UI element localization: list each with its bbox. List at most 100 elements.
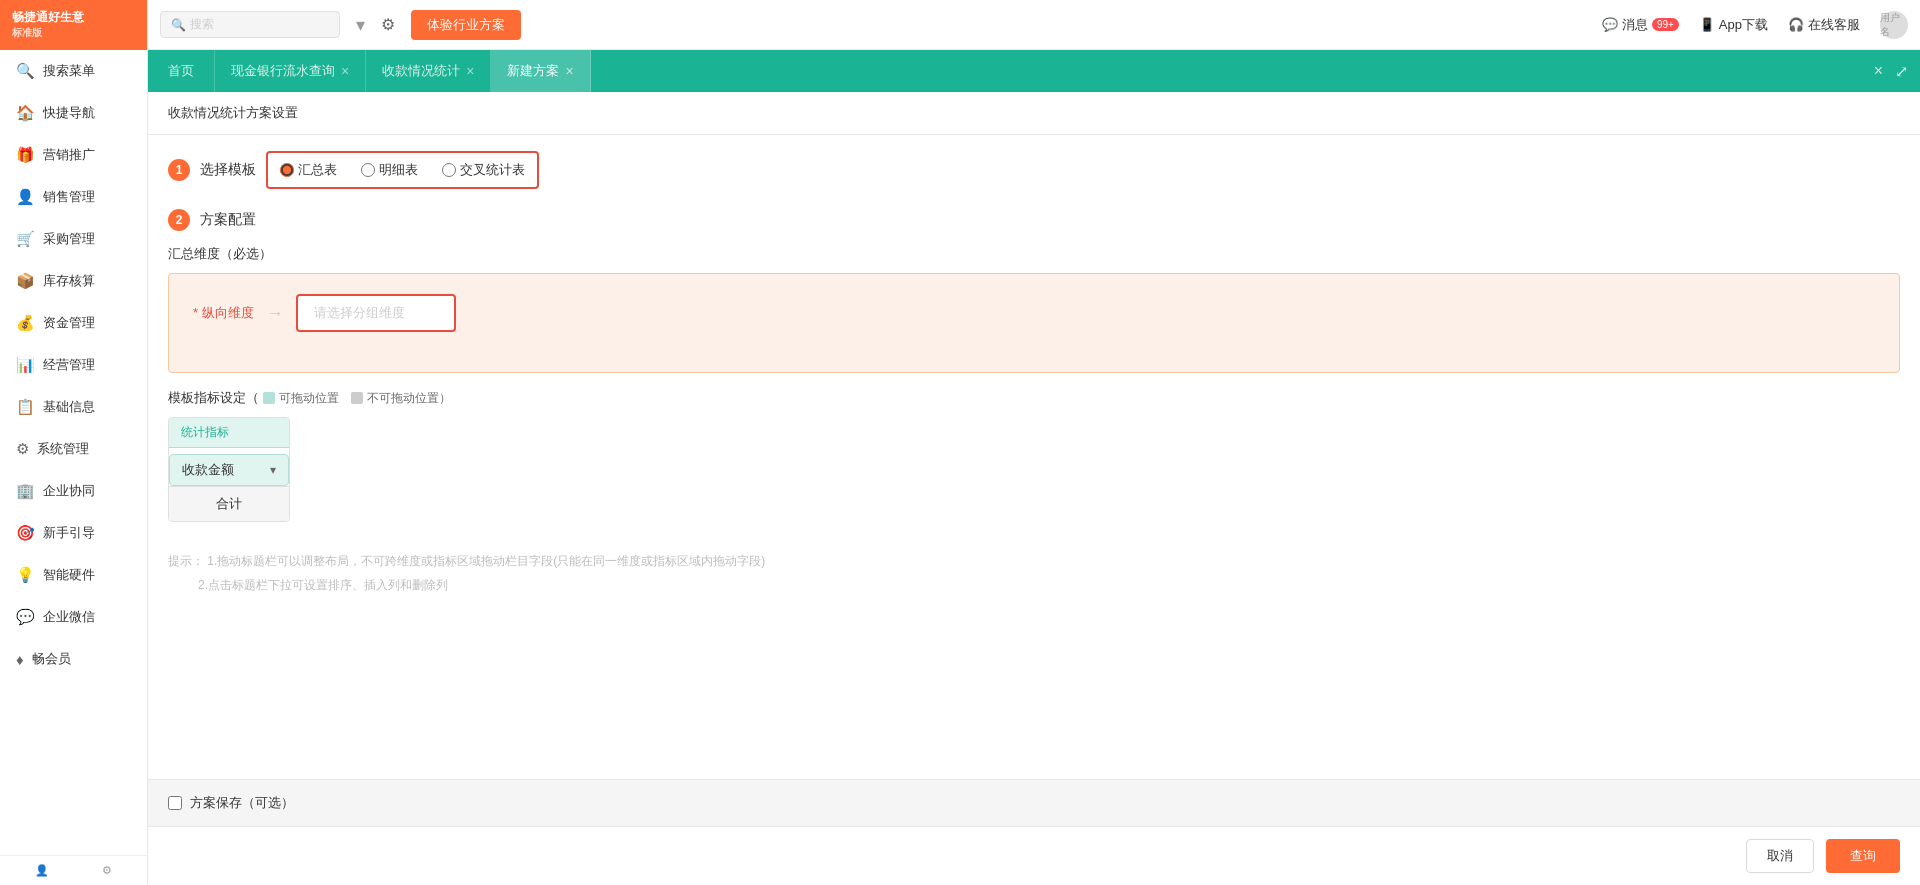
tip-line-2: 2.点击标题栏下拉可设置排序、插入列和删除列 xyxy=(168,573,1900,597)
tab-collection-stats-close[interactable]: × xyxy=(466,63,474,79)
logo-edition: 标准版 xyxy=(12,26,84,40)
sidebar-item-beginner[interactable]: 🎯 新手引导 xyxy=(0,512,147,554)
arrow-icon: → xyxy=(266,303,284,324)
sidebar-item-label: 采购管理 xyxy=(43,230,95,248)
sidebar-item-label: 销售管理 xyxy=(43,188,95,206)
sidebar-item-label: 库存核算 xyxy=(43,272,95,290)
step1-number: 1 xyxy=(168,159,190,181)
sidebar-item-label: 营销推广 xyxy=(43,146,95,164)
radio-summary[interactable]: 汇总表 xyxy=(280,161,337,179)
topbar-search[interactable]: 🔍 搜索 xyxy=(160,11,340,38)
radio-summary-label: 汇总表 xyxy=(298,161,337,179)
system-icon: ⚙ xyxy=(16,440,29,458)
sidebar-logo: 畅捷通好生意 标准版 xyxy=(0,0,147,50)
tabs-close-btn[interactable]: × xyxy=(1874,62,1883,80)
legend-fixed-text: 不可拖动位置） xyxy=(367,390,451,407)
metrics-legend-row: 模板指标设定（ 可拖动位置 不可拖动位置） xyxy=(168,389,1900,407)
step2-section: 2 方案配置 汇总维度（必选） * 纵向维度 → 请选择分组维度 xyxy=(168,209,1900,597)
sidebar-item-purchase[interactable]: 🛒 采购管理 xyxy=(0,218,147,260)
main-area: 🔍 搜索 ▾ ⚙ 体验行业方案 💬 消息 99+ 📱 App下载 🎧 在线客服 … xyxy=(148,0,1920,885)
cancel-button[interactable]: 取消 xyxy=(1746,839,1814,873)
inventory-icon: 📦 xyxy=(16,272,35,290)
tab-home-label: 首页 xyxy=(168,62,194,80)
sidebar-item-marketing[interactable]: 🎁 营销推广 xyxy=(0,134,147,176)
tips-label: 提示： xyxy=(168,554,204,568)
search-menu-icon: 🔍 xyxy=(16,62,35,80)
sidebar-item-label: 畅会员 xyxy=(32,650,71,668)
metrics-total: 合计 xyxy=(169,486,289,521)
sidebar-item-operation[interactable]: 📊 经营管理 xyxy=(0,344,147,386)
radio-detail-input[interactable] xyxy=(361,163,375,177)
metrics-chevron-icon: ▾ xyxy=(270,463,276,477)
save-option: 方案保存（可选） xyxy=(148,779,1920,826)
sidebar-item-enterprise-coop[interactable]: 🏢 企业协同 xyxy=(0,470,147,512)
sidebar-item-sales[interactable]: 👤 销售管理 xyxy=(0,176,147,218)
topbar: 🔍 搜索 ▾ ⚙ 体验行业方案 💬 消息 99+ 📱 App下载 🎧 在线客服 … xyxy=(148,0,1920,50)
sidebar-bottom-user[interactable]: 👤 xyxy=(35,864,49,877)
save-checkbox[interactable] xyxy=(168,796,182,810)
gear-icon[interactable]: ⚙ xyxy=(381,15,395,34)
tip-text-1: 1.拖动标题栏可以调整布局，不可跨维度或指标区域拖动栏目字段(只能在同一维度或指… xyxy=(207,554,765,568)
operation-icon: 📊 xyxy=(16,356,35,374)
service-icon: 🎧 xyxy=(1788,17,1804,32)
dimension-select[interactable]: 请选择分组维度 xyxy=(296,294,456,332)
message-label: 消息 xyxy=(1622,16,1648,34)
radio-cross[interactable]: 交叉统计表 xyxy=(442,161,525,179)
sidebar-item-label: 企业微信 xyxy=(43,608,95,626)
sidebar-item-quick-nav[interactable]: 🏠 快捷导航 xyxy=(0,92,147,134)
dimension-area: * 纵向维度 → 请选择分组维度 xyxy=(168,273,1900,373)
sidebar-bottom: 👤 ⚙ xyxy=(0,855,147,885)
purchase-icon: 🛒 xyxy=(16,230,35,248)
tab-cash-flow-close[interactable]: × xyxy=(341,63,349,79)
query-button[interactable]: 查询 xyxy=(1826,839,1900,873)
tab-home[interactable]: 首页 xyxy=(148,50,215,92)
message-icon: 💬 xyxy=(1602,17,1618,32)
tab-new-plan[interactable]: 新建方案 × xyxy=(491,50,590,92)
content-area: 收款情况统计方案设置 1 选择模板 汇总表 明细表 xyxy=(148,92,1920,885)
sidebar-item-enterprise-wechat[interactable]: 💬 企业微信 xyxy=(0,596,147,638)
radio-summary-input[interactable] xyxy=(280,163,294,177)
sidebar-item-label: 智能硬件 xyxy=(43,566,95,584)
step1-section: 1 选择模板 汇总表 明细表 交叉统计表 xyxy=(168,151,1900,189)
sales-icon: 👤 xyxy=(16,188,35,206)
page-header: 收款情况统计方案设置 xyxy=(148,92,1920,135)
trial-button[interactable]: 体验行业方案 xyxy=(411,10,521,40)
legend-fixed-dot xyxy=(351,392,363,404)
tip-text-2: 2.点击标题栏下拉可设置排序、插入列和删除列 xyxy=(198,578,448,592)
topbar-right: 💬 消息 99+ 📱 App下载 🎧 在线客服 用户名 xyxy=(1602,11,1908,39)
metrics-collection-amount[interactable]: 收款金额 ▾ xyxy=(169,454,289,486)
sidebar-item-capital[interactable]: 💰 资金管理 xyxy=(0,302,147,344)
metrics-amount-label: 收款金额 xyxy=(182,461,234,479)
message-button[interactable]: 💬 消息 99+ xyxy=(1602,16,1679,34)
radio-cross-input[interactable] xyxy=(442,163,456,177)
logo-name: 畅捷通好生意 xyxy=(12,10,84,26)
sidebar-item-basic-info[interactable]: 📋 基础信息 xyxy=(0,386,147,428)
sidebar-item-search-menu[interactable]: 🔍 搜索菜单 xyxy=(0,50,147,92)
dimension-select-placeholder: 请选择分组维度 xyxy=(314,305,405,320)
tab-collection-stats[interactable]: 收款情况统计 × xyxy=(366,50,491,92)
online-service-button[interactable]: 🎧 在线客服 xyxy=(1788,16,1860,34)
dropdown-icon[interactable]: ▾ xyxy=(356,14,365,36)
sidebar-item-label: 搜索菜单 xyxy=(43,62,95,80)
footer: 取消 查询 xyxy=(148,826,1920,885)
radio-detail-label: 明细表 xyxy=(379,161,418,179)
user-avatar[interactable]: 用户名 xyxy=(1880,11,1908,39)
app-icon: 📱 xyxy=(1699,17,1715,32)
sidebar-bottom-settings[interactable]: ⚙ xyxy=(102,864,112,877)
template-options: 汇总表 明细表 交叉统计表 xyxy=(266,151,539,189)
page-body: 1 选择模板 汇总表 明细表 交叉统计表 xyxy=(148,135,1920,779)
sidebar-item-smart-hw[interactable]: 💡 智能硬件 xyxy=(0,554,147,596)
user-name: 用户名 xyxy=(1880,11,1908,39)
sidebar-item-label: 快捷导航 xyxy=(43,104,95,122)
radio-detail[interactable]: 明细表 xyxy=(361,161,418,179)
app-download-button[interactable]: 📱 App下载 xyxy=(1699,16,1768,34)
sidebar-item-inventory[interactable]: 📦 库存核算 xyxy=(0,260,147,302)
member-icon: ♦ xyxy=(16,651,24,668)
tab-cash-flow[interactable]: 现金银行流水查询 × xyxy=(215,50,366,92)
sidebar-item-member[interactable]: ♦ 畅会员 xyxy=(0,638,147,680)
tabs-expand-btn[interactable]: ⤢ xyxy=(1895,62,1908,81)
tab-new-plan-close[interactable]: × xyxy=(565,63,573,79)
tab-cash-flow-label: 现金银行流水查询 xyxy=(231,62,335,80)
sidebar-item-system[interactable]: ⚙ 系统管理 xyxy=(0,428,147,470)
step1-header: 1 选择模板 汇总表 明细表 交叉统计表 xyxy=(168,151,1900,189)
